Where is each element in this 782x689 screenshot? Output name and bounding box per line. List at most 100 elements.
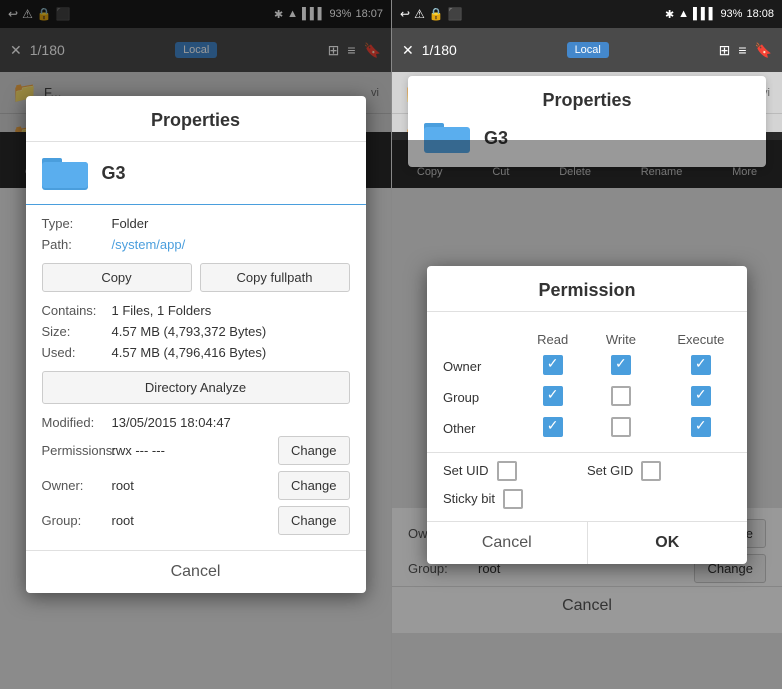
- change-group-button[interactable]: Change: [278, 506, 350, 535]
- owner-cell: Owner: [427, 351, 518, 382]
- folder-name-left: G3: [102, 163, 126, 184]
- type-label: Type:: [42, 216, 112, 231]
- col-empty: [427, 328, 518, 351]
- permissions-row: Permissions: rwx --- --- Change: [42, 433, 350, 468]
- owner-execute-cell[interactable]: [655, 351, 747, 382]
- path-row: Path: /system/app/: [42, 234, 350, 255]
- dialog-title: Properties: [26, 96, 366, 142]
- sticky-bit-checkbox[interactable]: [503, 489, 523, 509]
- col-read: Read: [518, 328, 587, 351]
- size-label: Size:: [42, 324, 112, 339]
- owner-execute-checkbox[interactable]: [691, 355, 711, 375]
- sort-icon-r[interactable]: ≡: [738, 42, 746, 58]
- location-badge-right: Local: [567, 42, 609, 58]
- other-execute-cell[interactable]: [655, 413, 747, 444]
- group-write-checkbox[interactable]: [611, 386, 631, 406]
- group-value-left: root: [112, 513, 278, 528]
- path-value[interactable]: /system/app/: [112, 237, 186, 252]
- col-execute: Execute: [655, 328, 747, 351]
- other-write-checkbox[interactable]: [611, 417, 631, 437]
- group-read-checkbox[interactable]: [543, 386, 563, 406]
- cancel-button-left[interactable]: Cancel: [26, 550, 366, 593]
- modified-label: Modified:: [42, 415, 112, 430]
- set-uid-label: Set UID: [443, 463, 489, 478]
- owner-row: Owner: [427, 351, 747, 382]
- size-row: Size: 4.57 MB (4,793,372 Bytes): [42, 321, 350, 342]
- type-row: Type: Folder: [42, 213, 350, 234]
- set-gid-item: Set GID: [587, 461, 731, 481]
- directory-analyze-button[interactable]: Directory Analyze: [42, 371, 350, 404]
- properties-dialog-overlay: Properties G3 Type:: [0, 0, 391, 689]
- permission-cancel-button[interactable]: Cancel: [427, 522, 588, 564]
- permission-dialog: Permission Read Write Execute Owner: [427, 266, 747, 564]
- owner-value-left: root: [112, 478, 278, 493]
- owner-write-cell[interactable]: [587, 351, 655, 382]
- set-uid-checkbox[interactable]: [497, 461, 517, 481]
- fm-header-right: ✕ 1/180 Local ⊞ ≡ 🔖: [392, 28, 782, 72]
- counter-right: 1/180: [422, 42, 457, 58]
- time-right: 18:08: [746, 8, 774, 20]
- set-uid-row: Set UID Set GID: [427, 457, 747, 485]
- owner-label-left: Owner:: [42, 478, 112, 493]
- permission-title: Permission: [427, 266, 747, 312]
- copy-fullpath-button[interactable]: Copy fullpath: [200, 263, 350, 292]
- group-row: Group: root Change: [42, 503, 350, 538]
- alert-icon-r: ⚠: [414, 7, 425, 21]
- divider: [26, 204, 366, 205]
- set-gid-checkbox[interactable]: [641, 461, 661, 481]
- change-permissions-button[interactable]: Change: [278, 436, 350, 465]
- used-label: Used:: [42, 345, 112, 360]
- status-bar-right: ↩ ⚠ 🔒 ⬛ ✱ ▲ ▌▌▌ 93% 18:08: [392, 0, 782, 28]
- col-write: Write: [587, 328, 655, 351]
- permissions-value: rwx --- ---: [112, 443, 278, 458]
- path-label: Path:: [42, 237, 112, 252]
- grid-icon-r[interactable]: ⊞: [719, 42, 731, 59]
- contains-value: 1 Files, 1 Folders: [112, 303, 212, 318]
- bookmark-icon-r[interactable]: 🔖: [755, 42, 772, 59]
- group-read-cell[interactable]: [518, 382, 587, 413]
- permission-table: Read Write Execute Owner: [427, 328, 747, 444]
- copy-buttons: Copy Copy fullpath: [42, 263, 350, 292]
- group-cell: Group: [427, 382, 518, 413]
- folder-icon: [42, 154, 90, 192]
- other-read-checkbox[interactable]: [543, 417, 563, 437]
- bluetooth-icon-r: ✱: [665, 8, 674, 21]
- wifi-icon-r: ▲: [678, 8, 689, 20]
- owner-read-checkbox[interactable]: [543, 355, 563, 375]
- size-value: 4.57 MB (4,793,372 Bytes): [112, 324, 267, 339]
- other-cell: Other: [427, 413, 518, 444]
- used-value: 4.57 MB (4,796,416 Bytes): [112, 345, 267, 360]
- group-write-cell[interactable]: [587, 382, 655, 413]
- signal-icon-r: ▌▌▌: [693, 8, 716, 20]
- shield-icon-r: 🔒: [429, 7, 444, 21]
- type-value: Folder: [112, 216, 149, 231]
- sticky-bit-row: Sticky bit: [427, 485, 747, 513]
- owner-write-checkbox[interactable]: [611, 355, 631, 375]
- back-icon-r[interactable]: ✕: [402, 42, 414, 59]
- folder-header: G3: [42, 154, 350, 192]
- permissions-label: Permissions:: [42, 443, 112, 458]
- change-owner-button[interactable]: Change: [278, 471, 350, 500]
- dialog-body: G3 Type: Folder Path: /system/app/ Copy …: [26, 142, 366, 550]
- owner-row: Owner: root Change: [42, 468, 350, 503]
- back-nav-icon-r: ↩: [400, 7, 410, 21]
- contains-row: Contains: 1 Files, 1 Folders: [42, 300, 350, 321]
- permission-actions: Cancel OK: [427, 521, 747, 564]
- other-read-cell[interactable]: [518, 413, 587, 444]
- group-execute-checkbox[interactable]: [691, 386, 711, 406]
- properties-dialog: Properties G3 Type:: [26, 96, 366, 593]
- owner-read-cell[interactable]: [518, 351, 587, 382]
- battery-right: 93%: [720, 8, 742, 20]
- right-panel: ↩ ⚠ 🔒 ⬛ ✱ ▲ ▌▌▌ 93% 18:08 ✕ 1/180 Local …: [391, 0, 782, 689]
- set-uid-item: Set UID: [443, 461, 587, 481]
- other-row: Other: [427, 413, 747, 444]
- other-execute-checkbox[interactable]: [691, 417, 711, 437]
- other-write-cell[interactable]: [587, 413, 655, 444]
- group-label-left: Group:: [42, 513, 112, 528]
- copy-button[interactable]: Copy: [42, 263, 192, 292]
- permission-ok-button[interactable]: OK: [588, 522, 748, 564]
- modified-value: 13/05/2015 18:04:47: [112, 415, 231, 430]
- group-execute-cell[interactable]: [655, 382, 747, 413]
- status-left-right: ↩ ⚠ 🔒 ⬛: [400, 7, 463, 21]
- sticky-bit-label: Sticky bit: [443, 491, 495, 506]
